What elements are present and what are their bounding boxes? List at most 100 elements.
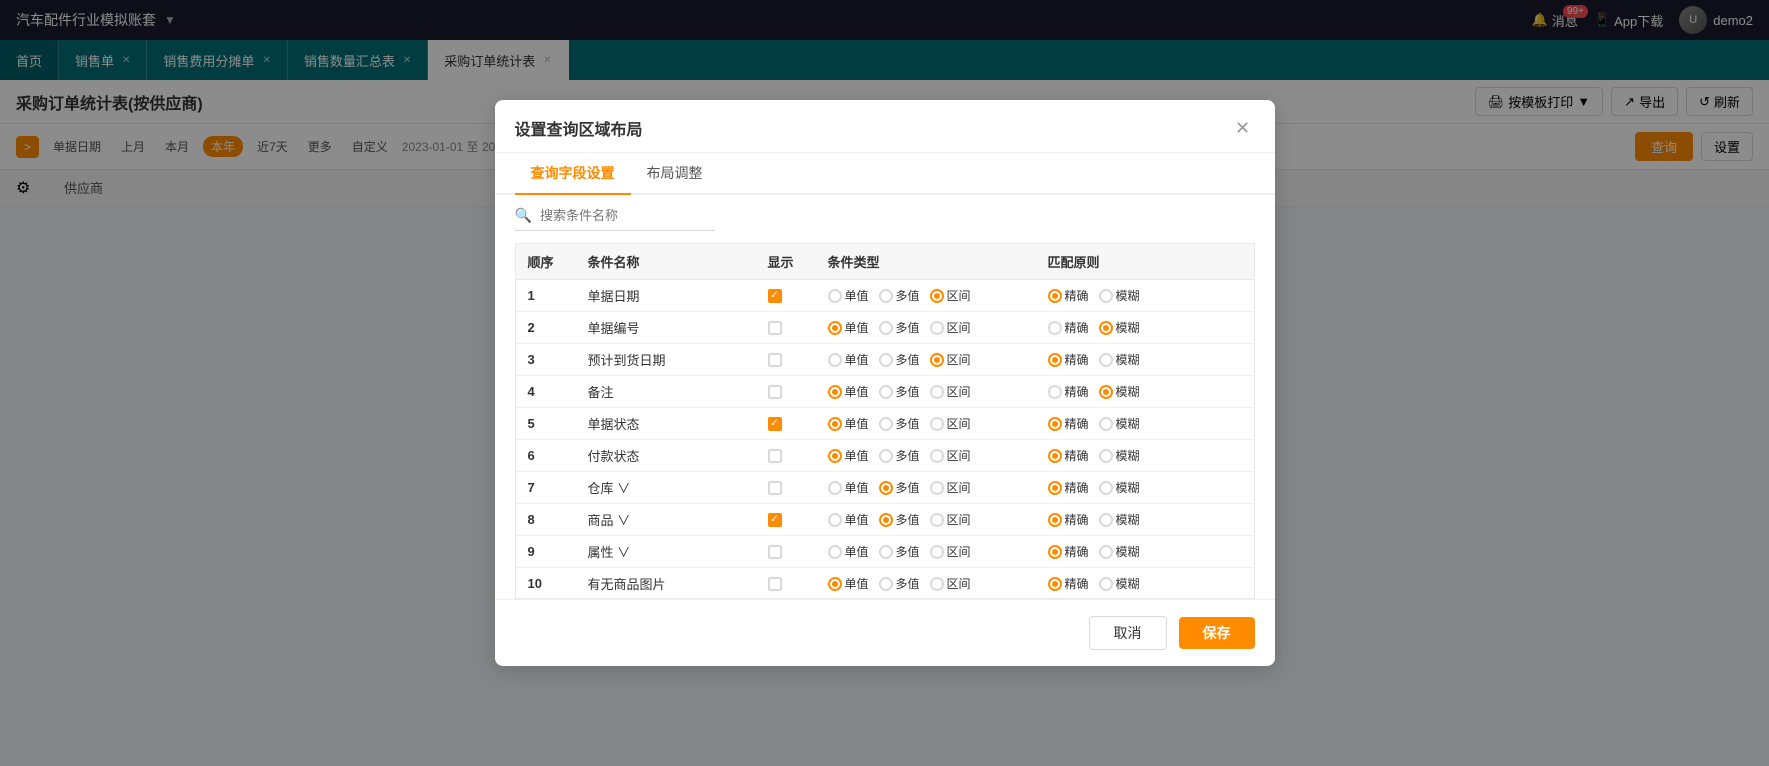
radio-type-item[interactable]: 多值	[879, 543, 920, 560]
row-show-checkbox[interactable]	[768, 417, 782, 431]
cancel-button[interactable]: 取消	[1089, 616, 1167, 650]
radio-type-item[interactable]: 区间	[930, 351, 971, 368]
radio-match-circle	[1048, 289, 1062, 303]
radio-type-item[interactable]: 单值	[828, 287, 869, 304]
radio-type-item[interactable]: 区间	[930, 447, 971, 464]
radio-match-item[interactable]: 精确	[1048, 575, 1089, 592]
radio-match-circle	[1048, 449, 1062, 463]
radio-type-item[interactable]: 区间	[930, 511, 971, 528]
row-match-cell: 精确模糊	[1036, 351, 1236, 368]
row-condition-name: 预计到货日期	[576, 350, 756, 369]
radio-match-item[interactable]: 模糊	[1099, 287, 1140, 304]
row-show-checkbox[interactable]	[768, 449, 782, 463]
radio-match-circle	[1099, 481, 1113, 495]
radio-type-item[interactable]: 区间	[930, 415, 971, 432]
radio-match-circle	[1048, 321, 1062, 335]
radio-match-item[interactable]: 模糊	[1099, 575, 1140, 592]
radio-match-item[interactable]: 模糊	[1099, 415, 1140, 432]
row-match-cell: 精确模糊	[1036, 383, 1236, 400]
radio-circle	[930, 577, 944, 591]
radio-circle	[828, 449, 842, 463]
radio-circle	[930, 449, 944, 463]
row-show-checkbox[interactable]	[768, 289, 782, 303]
row-match-cell: 精确模糊	[1036, 511, 1236, 528]
radio-match-circle	[1099, 545, 1113, 559]
radio-match-item[interactable]: 模糊	[1099, 383, 1140, 400]
table-row: 8商品 ∨单值多值区间精确模糊	[516, 504, 1254, 536]
radio-circle	[879, 385, 893, 399]
radio-type-item[interactable]: 区间	[930, 543, 971, 560]
row-show-checkbox[interactable]	[768, 481, 782, 495]
header-type: 条件类型	[816, 252, 1036, 271]
radio-circle	[930, 385, 944, 399]
radio-type-item[interactable]: 多值	[879, 415, 920, 432]
modal-close-button[interactable]: ✕	[1231, 116, 1255, 140]
row-order: 8	[516, 512, 576, 527]
radio-type-item[interactable]: 多值	[879, 383, 920, 400]
radio-type-item[interactable]: 单值	[828, 543, 869, 560]
row-show-checkbox[interactable]	[768, 513, 782, 527]
radio-type-item[interactable]: 单值	[828, 415, 869, 432]
tab-field-settings[interactable]: 查询字段设置	[515, 153, 631, 195]
radio-match-item[interactable]: 模糊	[1099, 543, 1140, 560]
radio-match-circle	[1099, 353, 1113, 367]
save-button[interactable]: 保存	[1179, 617, 1255, 649]
radio-type-item[interactable]: 区间	[930, 575, 971, 592]
radio-type-item[interactable]: 单值	[828, 511, 869, 528]
search-input[interactable]	[540, 208, 700, 223]
row-show-cell	[756, 385, 816, 399]
radio-match-item[interactable]: 精确	[1048, 543, 1089, 560]
radio-type-item[interactable]: 多值	[879, 351, 920, 368]
row-show-checkbox[interactable]	[768, 353, 782, 367]
radio-match-item[interactable]: 精确	[1048, 383, 1089, 400]
row-show-checkbox[interactable]	[768, 321, 782, 335]
radio-match-item[interactable]: 精确	[1048, 287, 1089, 304]
row-show-checkbox[interactable]	[768, 385, 782, 399]
radio-match-item[interactable]: 模糊	[1099, 447, 1140, 464]
modal-tabs: 查询字段设置 布局调整	[495, 153, 1275, 195]
radio-match-item[interactable]: 模糊	[1099, 479, 1140, 496]
row-order: 1	[516, 288, 576, 303]
radio-type-item[interactable]: 区间	[930, 479, 971, 496]
radio-type-item[interactable]: 单值	[828, 351, 869, 368]
row-show-cell	[756, 481, 816, 495]
radio-type-item[interactable]: 多值	[879, 479, 920, 496]
radio-type-item[interactable]: 单值	[828, 575, 869, 592]
radio-match-item[interactable]: 模糊	[1099, 351, 1140, 368]
radio-circle	[879, 289, 893, 303]
radio-match-item[interactable]: 精确	[1048, 511, 1089, 528]
radio-circle	[879, 353, 893, 367]
radio-type-item[interactable]: 多值	[879, 575, 920, 592]
radio-type-item[interactable]: 区间	[930, 287, 971, 304]
radio-match-item[interactable]: 精确	[1048, 415, 1089, 432]
radio-type-item[interactable]: 区间	[930, 383, 971, 400]
radio-match-item[interactable]: 模糊	[1099, 319, 1140, 336]
row-show-cell	[756, 321, 816, 335]
radio-type-item[interactable]: 单值	[828, 319, 869, 336]
row-order: 4	[516, 384, 576, 399]
row-match-cell: 精确模糊	[1036, 447, 1236, 464]
radio-circle	[828, 545, 842, 559]
radio-type-item[interactable]: 单值	[828, 479, 869, 496]
radio-match-item[interactable]: 精确	[1048, 351, 1089, 368]
radio-type-item[interactable]: 多值	[879, 287, 920, 304]
radio-match-item[interactable]: 模糊	[1099, 511, 1140, 528]
radio-match-circle	[1099, 513, 1113, 527]
radio-type-item[interactable]: 区间	[930, 319, 971, 336]
tab-layout-adjust[interactable]: 布局调整	[631, 153, 719, 195]
radio-type-item[interactable]: 单值	[828, 383, 869, 400]
radio-match-item[interactable]: 精确	[1048, 319, 1089, 336]
radio-type-item[interactable]: 多值	[879, 447, 920, 464]
radio-match-item[interactable]: 精确	[1048, 479, 1089, 496]
header-name: 条件名称	[576, 252, 756, 271]
radio-match-circle	[1099, 289, 1113, 303]
row-show-checkbox[interactable]	[768, 545, 782, 559]
radio-circle	[930, 417, 944, 431]
row-match-cell: 精确模糊	[1036, 479, 1236, 496]
radio-type-item[interactable]: 多值	[879, 319, 920, 336]
radio-type-item[interactable]: 多值	[879, 511, 920, 528]
modal-dialog: 设置查询区域布局 ✕ 查询字段设置 布局调整 🔍 顺序 条件名称 显示 条件类型…	[495, 100, 1275, 666]
radio-type-item[interactable]: 单值	[828, 447, 869, 464]
row-show-checkbox[interactable]	[768, 577, 782, 591]
radio-match-item[interactable]: 精确	[1048, 447, 1089, 464]
